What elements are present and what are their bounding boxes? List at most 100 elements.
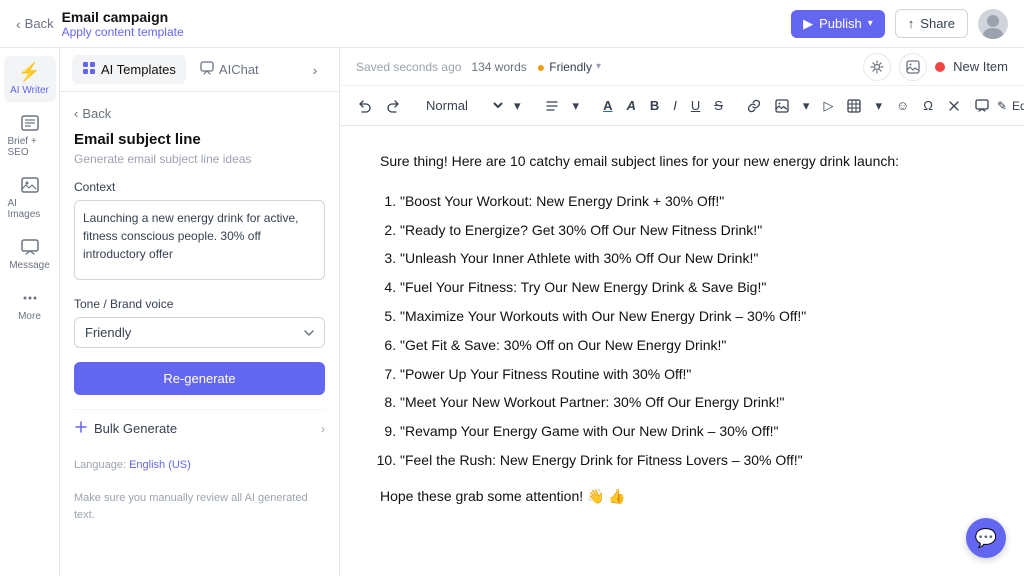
editor-closing: Hope these grab some attention! 👋 👍 [380,485,984,509]
disclaimer-text: Make sure you manually review all AI gen… [74,492,308,521]
ai-templates-tab-icon [82,61,96,78]
list-item: "Unleash Your Inner Athlete with 30% Off… [400,247,984,271]
bulk-generate-left: Bulk Generate [74,420,177,437]
new-item-area: New Item [863,53,1008,81]
apply-template-link[interactable]: Apply content template [62,25,184,39]
subject-lines-list: "Boost Your Workout: New Energy Drink + … [380,190,984,473]
save-status: Saved seconds ago [356,60,461,74]
panel-close-button[interactable]: › [303,58,327,82]
publish-button[interactable]: ▶ Publish ▾ [791,10,885,38]
table-chevron-button[interactable]: ▾ [869,94,888,118]
sidebar-item-more[interactable]: More [4,281,56,328]
tab-ai-chat[interactable]: AIChat [190,55,269,84]
align-button[interactable] [539,95,565,117]
bulk-generate-button[interactable]: Bulk Generate › [74,409,325,447]
table-button[interactable] [841,95,867,117]
ai-chat-tab-icon [200,61,214,78]
ai-section-title: Email subject line [74,131,325,148]
editing-badge[interactable]: ✎ Editing ▾ [997,99,1024,113]
sidebar-item-ai-writer[interactable]: ⚡ AI Writer [4,56,56,102]
format-chevron-button[interactable]: ▾ [508,94,527,118]
highlight-button[interactable]: A [620,94,641,117]
bold-button[interactable]: B [644,94,665,117]
image-icon-button[interactable] [899,53,927,81]
context-textarea[interactable]: Launching a new energy drink for active,… [74,200,325,280]
top-bar-right: ▶ Publish ▾ ↑ Share [791,9,1008,39]
publish-chevron-icon: ▾ [868,18,873,29]
title-block: Email campaign Apply content template [62,9,184,39]
bulk-generate-icon [74,420,88,437]
editor-toolbar: Normal Heading 1 Heading 2 Heading 3 ▾ ▾… [340,86,1024,126]
sidebar-item-ai-images-label: AI Images [8,198,52,220]
image-chevron-button[interactable]: ▾ [797,94,816,118]
settings-icon-button[interactable] [863,53,891,81]
editor-area: Saved seconds ago 134 words ● Friendly ▾… [340,48,1024,576]
lang-label: Language: [74,459,126,471]
font-color-button[interactable]: A [597,94,618,117]
list-item: "Ready to Energize? Get 30% Off Our New … [400,219,984,243]
brief-seo-icon [19,112,41,134]
share-button[interactable]: ↑ Share [895,9,968,38]
avatar[interactable] [978,9,1008,39]
list-item: "Maximize Your Workouts with Our New Ene… [400,305,984,329]
sidebar-item-brief-seo-label: Brief + SEO [8,136,52,158]
comment-button[interactable] [969,95,995,117]
tone-label: Tone / Brand voice [74,297,325,311]
clear-format-button[interactable] [941,95,967,117]
format-select[interactable]: Normal Heading 1 Heading 2 Heading 3 [418,94,506,117]
editor-top-bar: Saved seconds ago 134 words ● Friendly ▾… [340,48,1024,86]
list-item: "Get Fit & Save: 30% Off on Our New Ener… [400,334,984,358]
font-color-icon: A [603,98,612,113]
top-bar-left: ‹ Back Email campaign Apply content temp… [16,9,184,39]
back-button[interactable]: ‹ Back [16,16,54,32]
share-upload-icon: ↑ [908,16,915,31]
language-note: Language: English (US) Make sure you man… [74,457,325,523]
sidebar-item-message-label: Message [9,260,50,271]
tone-dot-icon: ● [537,59,545,75]
lang-value[interactable]: English (US) [129,459,191,471]
strikethrough-button[interactable]: S [708,94,729,117]
bulk-generate-chevron-icon: › [321,422,325,436]
editor-content[interactable]: Sure thing! Here are 10 catchy email sub… [340,126,1024,576]
sidebar-item-brief-seo[interactable]: Brief + SEO [4,106,56,164]
sidebar-item-more-label: More [18,311,41,322]
list-item: "Revamp Your Energy Game with Our New Dr… [400,420,984,444]
italic-button[interactable]: I [667,94,683,117]
link-button[interactable] [741,95,767,117]
emoji-button[interactable]: ☺ [890,94,915,117]
tone-chevron-icon: ▾ [596,61,601,72]
highlight-icon: A [626,98,635,113]
sidebar-item-ai-images[interactable]: AI Images [4,168,56,226]
publish-play-icon: ▶ [803,16,813,32]
image-insert-button[interactable] [769,95,795,117]
ai-back-button[interactable]: ‹ Back [74,106,325,121]
chat-bubble-button[interactable]: 💬 [966,518,1006,558]
align-chevron-button[interactable]: ▾ [567,94,586,118]
special-chars-button[interactable]: Ω [917,94,939,117]
tone-select[interactable]: Friendly Professional Casual Formal [74,317,325,348]
tone-badge[interactable]: ● Friendly ▾ [537,59,601,75]
pencil-icon: ✎ [997,99,1007,113]
play-button[interactable]: ▷ [817,94,839,118]
context-label: Context [74,180,325,194]
tone-value: Friendly [549,60,592,74]
ai-panel: AI Templates AIChat › ‹ Back Email subje… [60,48,340,576]
redo-button[interactable] [380,95,406,117]
message-icon [19,236,41,258]
undo-button[interactable] [352,95,378,117]
list-item: "Fuel Your Fitness: Try Our New Energy D… [400,276,984,300]
bulk-generate-label: Bulk Generate [94,421,177,436]
sidebar-item-message[interactable]: Message [4,230,56,277]
tab-ai-templates-label: AI Templates [101,62,176,77]
new-item-label: New Item [953,59,1008,74]
icon-sidebar: ⚡ AI Writer Brief + SEO AI Images Messag… [0,48,60,576]
tab-ai-chat-label: AIChat [219,62,259,77]
list-item: "Power Up Your Fitness Routine with 30% … [400,363,984,387]
publish-label: Publish [819,16,862,31]
list-item: "Feel the Rush: New Energy Drink for Fit… [400,449,984,473]
tab-ai-templates[interactable]: AI Templates [72,55,186,84]
ai-back-label: Back [82,106,111,121]
page-title: Email campaign [62,9,184,25]
regenerate-button[interactable]: Re-generate [74,362,325,395]
underline-button[interactable]: U [685,94,706,117]
